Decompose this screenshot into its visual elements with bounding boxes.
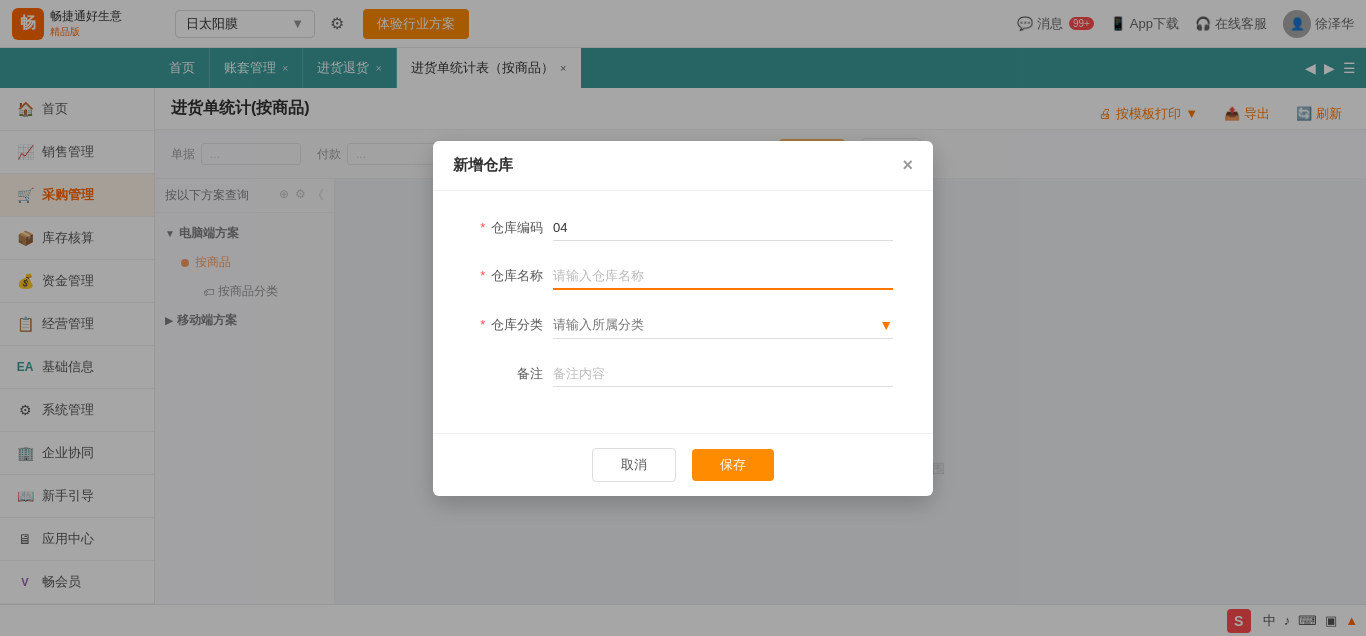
code-label: * 仓库编码 [473, 219, 543, 237]
modal-footer: 取消 保存 [433, 433, 933, 496]
name-label: * 仓库名称 [473, 267, 543, 285]
form-row-name: * 仓库名称 [473, 263, 893, 290]
note-input[interactable] [553, 361, 893, 387]
code-input[interactable] [553, 215, 893, 241]
category-label: * 仓库分类 [473, 316, 543, 334]
save-button[interactable]: 保存 [692, 449, 774, 481]
modal-backdrop: 新增仓库 × * 仓库编码 * 仓库名称 [0, 0, 1366, 636]
cancel-button[interactable]: 取消 [592, 448, 676, 482]
modal-title: 新增仓库 [453, 156, 513, 175]
category-input[interactable] [553, 317, 879, 332]
add-warehouse-modal: 新增仓库 × * 仓库编码 * 仓库名称 [433, 141, 933, 496]
form-row-code: * 仓库编码 [473, 215, 893, 241]
form-row-note: 备注 [473, 361, 893, 387]
form-row-category: * 仓库分类 ▼ [473, 312, 893, 339]
note-label: 备注 [473, 365, 543, 383]
modal-header: 新增仓库 × [433, 141, 933, 191]
modal-body: * 仓库编码 * 仓库名称 * 仓库分类 [433, 191, 933, 433]
modal-close-button[interactable]: × [902, 155, 913, 176]
category-select-wrap[interactable]: ▼ [553, 312, 893, 339]
name-input[interactable] [553, 263, 893, 290]
category-dropdown-arrow: ▼ [879, 317, 893, 333]
